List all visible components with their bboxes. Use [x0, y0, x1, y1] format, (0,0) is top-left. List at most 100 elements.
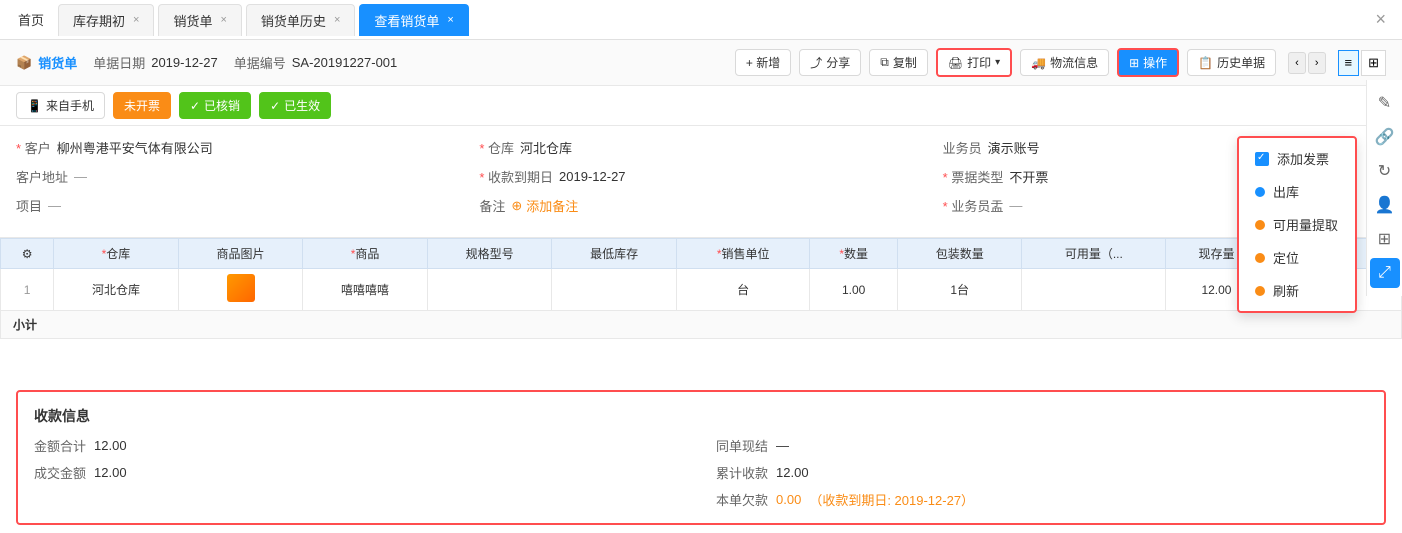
logistics-button[interactable]: 🚚 物流信息: [1020, 49, 1109, 76]
same-order-value: —: [776, 438, 789, 453]
locate-label: 定位: [1273, 248, 1299, 267]
subtotal-label: 小计: [1, 311, 1402, 339]
right-sidebar: ✎ 🔗 ↻ 👤 ⊞ ⤢: [1366, 80, 1402, 296]
new-button[interactable]: + 新增: [735, 49, 791, 76]
add-invoice-checkbox: [1255, 152, 1269, 166]
project-field: 项目 —: [16, 196, 459, 215]
list-view-button[interactable]: ≡: [1338, 50, 1360, 76]
tab-check-sales[interactable]: 查看销货单 ×: [359, 4, 468, 36]
deal-amount-label: 成交金额: [34, 463, 86, 482]
sidebar-user-icon[interactable]: 👤: [1370, 190, 1400, 220]
doc-header: 📦 销货单 单据日期 2019-12-27 单据编号 SA-20191227-0…: [0, 40, 1402, 86]
dropdown-refresh[interactable]: 刷新: [1239, 274, 1355, 307]
sidebar-link-icon[interactable]: 🔗: [1370, 122, 1400, 152]
history-icon: 📋: [1198, 56, 1213, 70]
deal-amount-item: 成交金额 12.00: [34, 463, 686, 482]
warehouse-value: 河北仓库: [520, 138, 572, 157]
close-sales-tab[interactable]: ×: [220, 14, 226, 26]
row-available: [1022, 269, 1166, 311]
row-min-stock: [552, 269, 677, 311]
available-dot: [1255, 220, 1265, 230]
check-icon2: ✓: [270, 99, 280, 113]
dropdown-outbound[interactable]: 出库: [1239, 175, 1355, 208]
balance-value: 0.00: [776, 492, 801, 507]
ticket-value: 不开票: [1009, 167, 1048, 186]
product-table: ⚙ *仓库 商品图片 *商品 规格型号 最低库存 *销售单位 *数量 包装数量 …: [0, 238, 1402, 339]
tab-sales-history-label: 销货单历史: [261, 11, 326, 30]
row-unit: 台: [676, 269, 810, 311]
row-spec: [427, 269, 552, 311]
col-image: 商品图片: [178, 239, 303, 269]
grid-view-button[interactable]: ⊞: [1361, 50, 1386, 76]
col-settings[interactable]: ⚙: [1, 239, 54, 269]
tab-home[interactable]: 首页: [8, 4, 54, 35]
close-inventory-tab[interactable]: ×: [133, 14, 139, 26]
share-button[interactable]: ⤴ 分享: [799, 49, 861, 76]
add-note-button[interactable]: ⊕ 添加备注: [511, 196, 578, 215]
row-num: 1: [1, 269, 54, 311]
tab-inventory[interactable]: 库存期初 ×: [58, 4, 154, 36]
dropdown-available[interactable]: 可用量提取: [1239, 208, 1355, 241]
customer-field: * 客户 柳州粤港平安气体有限公司: [16, 138, 459, 157]
phone-icon: 📱: [27, 99, 42, 113]
print-icon: 🖨: [948, 56, 963, 70]
col-pkg-qty: 包装数量: [897, 239, 1022, 269]
address-value: —: [74, 169, 87, 184]
number-label: 单据编号: [234, 53, 286, 72]
date-label: 单据日期: [93, 53, 145, 72]
dropdown-locate[interactable]: 定位: [1239, 241, 1355, 274]
customer-label: * 客户: [16, 138, 51, 157]
tab-sales-history[interactable]: 销货单历史 ×: [246, 4, 355, 36]
main-area: 📦 销货单 单据日期 2019-12-27 单据编号 SA-20191227-0…: [0, 40, 1402, 533]
close-main-button[interactable]: ×: [1367, 5, 1394, 34]
sidebar-expand-icon[interactable]: ⤢: [1370, 258, 1400, 288]
checked-off-button[interactable]: ✓ 已核销: [179, 92, 251, 119]
number-value: SA-20191227-001: [292, 55, 398, 70]
sidebar-rotate-icon[interactable]: ↻: [1370, 156, 1400, 186]
sidebar-edit-icon[interactable]: ✎: [1370, 88, 1400, 118]
copy-button[interactable]: ⧉ 复制: [869, 49, 928, 76]
dropdown-add-invoice[interactable]: 添加发票: [1239, 142, 1355, 175]
history-button[interactable]: 📋 历史单据: [1187, 49, 1276, 76]
subtotal-row: 小计: [1, 311, 1402, 339]
tab-bar: 首页 库存期初 × 销货单 × 销货单历史 × 查看销货单 × ×: [0, 0, 1402, 40]
payment-date-label: * 收款到期日: [479, 167, 553, 186]
not-open-button[interactable]: 未开票: [113, 92, 171, 119]
outbound-dot: [1255, 187, 1265, 197]
table-header-row: ⚙ *仓库 商品图片 *商品 规格型号 最低库存 *销售单位 *数量 包装数量 …: [1, 239, 1402, 269]
doc-date-info: 单据日期 2019-12-27: [93, 53, 218, 72]
next-button[interactable]: ›: [1308, 52, 1326, 74]
share-icon: ⤴: [810, 54, 822, 71]
from-phone-button[interactable]: 📱 来自手机: [16, 92, 105, 119]
close-history-tab[interactable]: ×: [334, 14, 340, 26]
balance-note: （收款到期日: 2019-12-27）: [809, 490, 974, 509]
form-area: * 客户 柳州粤港平安气体有限公司 * 仓库 河北仓库 业务员 演示账号 客户地…: [0, 126, 1402, 238]
note-field: 备注 ⊕ 添加备注: [479, 196, 922, 215]
operation-button[interactable]: ⊞ 操作: [1117, 48, 1179, 77]
print-button[interactable]: 🖨 打印 ▾: [936, 48, 1012, 77]
staff2-label: * 业务员盂: [943, 196, 1004, 215]
tab-check-sales-label: 查看销货单: [374, 11, 439, 30]
tab-sales[interactable]: 销货单 ×: [158, 4, 241, 36]
warehouse-field: * 仓库 河北仓库: [479, 138, 922, 157]
refresh-dot: [1255, 286, 1265, 296]
doc-actions: + 新增 ⤴ 分享 ⧉ 复制 🖨 打印 ▾ 🚚 物流信息: [735, 48, 1386, 77]
effective-button[interactable]: ✓ 已生效: [259, 92, 331, 119]
col-warehouse: *仓库: [54, 239, 179, 269]
date-value: 2019-12-27: [151, 55, 218, 70]
ticket-label: * 票据类型: [943, 167, 1004, 186]
col-spec: 规格型号: [427, 239, 552, 269]
payment-area: 收款信息 金额合计 12.00 同单现结 — 成交金额 12.00 累计收款 1…: [16, 390, 1386, 525]
address-label: 客户地址: [16, 167, 68, 186]
check-icon1: ✓: [190, 99, 200, 113]
operation-dropdown: 添加发票 出库 可用量提取 定位 刷新: [1237, 136, 1357, 313]
copy-icon: ⧉: [880, 55, 889, 70]
payment-title: 收款信息: [34, 406, 1368, 426]
close-check-tab[interactable]: ×: [447, 14, 453, 26]
cumulative-label: 累计收款: [716, 463, 768, 482]
sidebar-grid-icon[interactable]: ⊞: [1370, 224, 1400, 254]
row-warehouse: 河北仓库: [54, 269, 179, 311]
col-available: 可用量（...: [1022, 239, 1166, 269]
project-label: 项目: [16, 196, 42, 215]
prev-button[interactable]: ‹: [1288, 52, 1306, 74]
